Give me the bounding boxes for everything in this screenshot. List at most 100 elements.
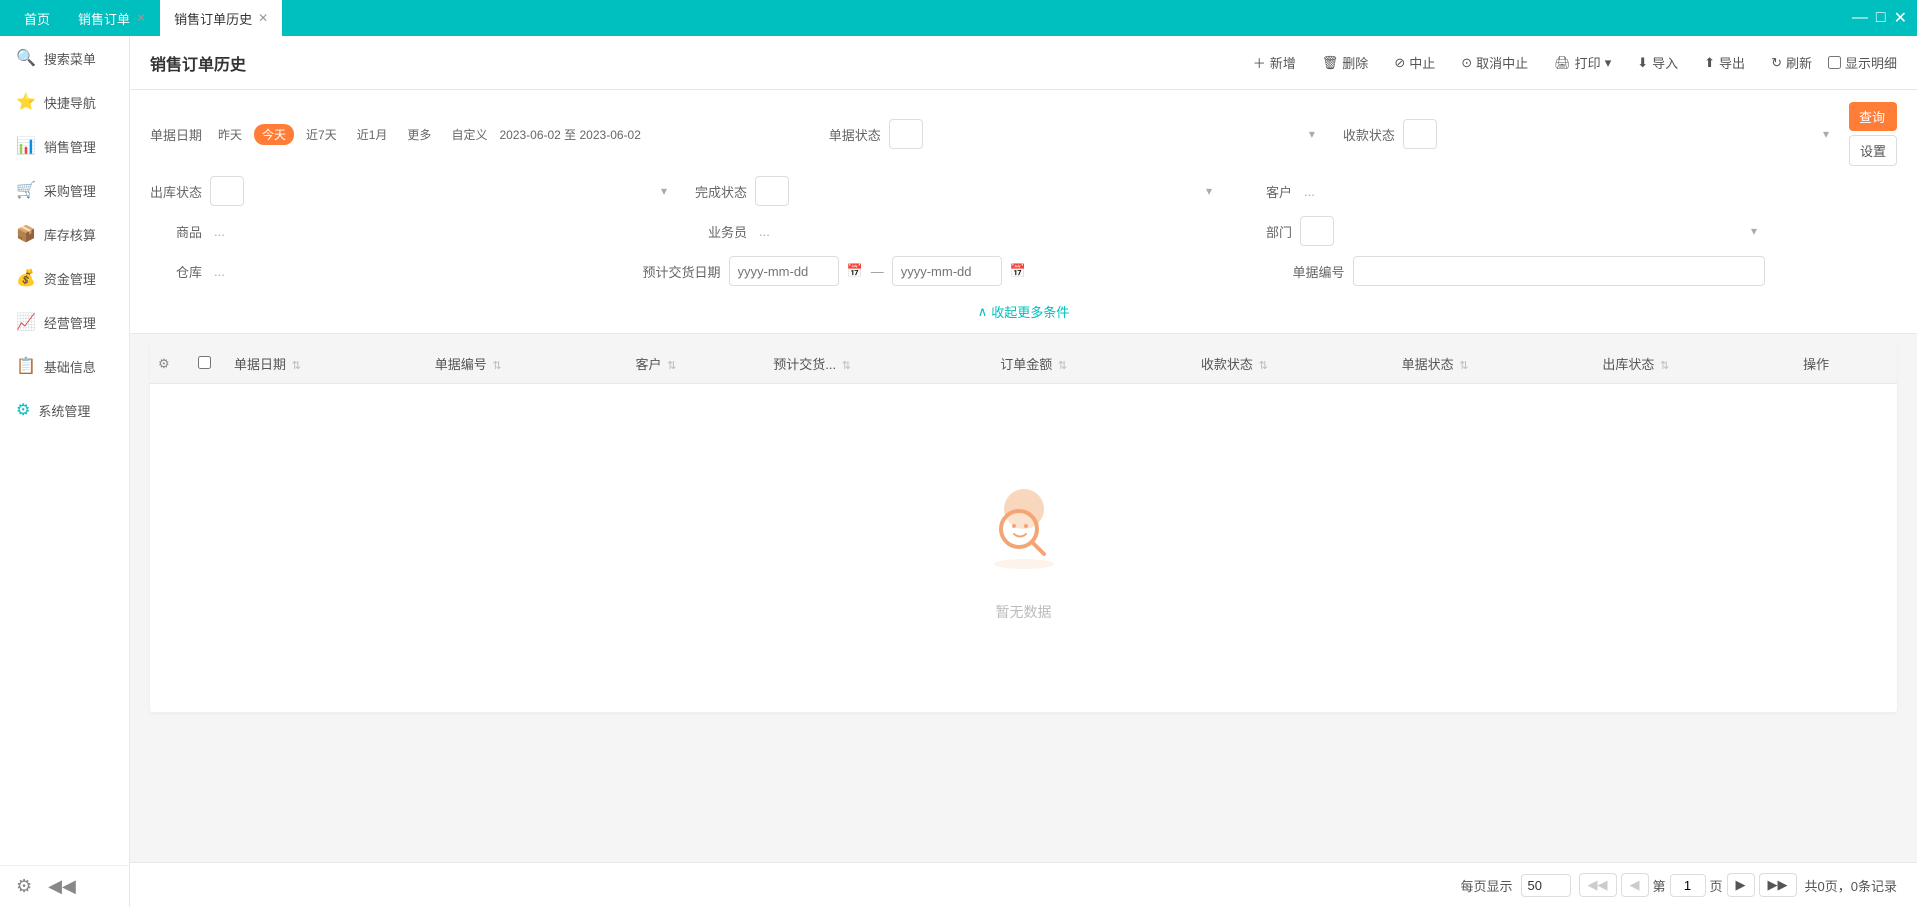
sort-payment-status-icon[interactable]: ⇅ [1259,360,1268,372]
th-order-amount-label: 订单金额 [1000,357,1052,372]
th-operation: 操作 [1795,344,1897,384]
sidebar-item-basic-info[interactable]: 📋 基础信息 [0,344,129,388]
next-page-btn[interactable]: ▶ [1727,873,1755,897]
settings-button[interactable]: 设置 [1849,135,1897,166]
tab-sales-order[interactable]: 销售订单 ✕ [64,0,160,36]
total-text: 共0页，0条记录 [1805,876,1897,895]
date-btn-today[interactable]: 今天 [254,124,294,145]
table-body: 暂无数据 [150,384,1897,713]
date-btn-more[interactable]: 更多 [399,124,439,145]
prev-page-btn[interactable]: ◀ [1621,873,1649,897]
tab-sales-order-history-close[interactable]: ✕ [258,11,268,25]
top-bar: 首页 销售订单 ✕ 销售订单历史 ✕ — □ ✕ [0,0,1917,36]
sidebar-item-operations-mgmt[interactable]: 📈 经营管理 [0,300,129,344]
page-size-select[interactable]: 50 100 200 [1521,874,1571,897]
payment-status-label: 收款状态 [1343,125,1403,144]
expected-date-from[interactable] [729,256,839,286]
sidebar-item-system-label: 系统管理 [38,401,90,420]
first-page-btn[interactable]: ◀◀ [1579,873,1617,897]
stop-label: 中止 [1409,53,1435,72]
export-button[interactable]: ⬆ 导出 [1694,48,1755,77]
sidebar-item-purchase-mgmt[interactable]: 🛒 采购管理 [0,168,129,212]
date-btn-custom[interactable]: 自定义 [443,124,495,145]
cancel-stop-label: 取消中止 [1476,53,1528,72]
payment-status-select[interactable] [1403,119,1437,149]
select-all-checkbox[interactable] [198,356,211,369]
sort-expected-date-icon[interactable]: ⇅ [842,360,851,372]
customer-dots[interactable]: ... [1300,184,1319,199]
sidebar-collapse-icon[interactable]: ◀◀ [48,876,76,897]
sidebar-item-fund-label: 资金管理 [44,269,96,288]
export-label: 导出 [1719,53,1745,72]
minimize-btn[interactable]: — [1852,9,1868,27]
new-button[interactable]: ＋ 新增 [1243,48,1306,77]
refresh-button[interactable]: ↻ 刷新 [1761,48,1822,77]
bill-status-select[interactable] [889,119,923,149]
calendar-from-icon[interactable]: 📅 [847,263,863,279]
empty-state-cell: 暂无数据 [150,384,1897,713]
expected-date-to[interactable] [892,256,1002,286]
collapse-more-btn[interactable]: ∧ 收起更多条件 [150,296,1897,321]
sort-customer-icon[interactable]: ⇅ [667,360,676,372]
out-status-select[interactable] [210,176,244,206]
salesperson-dots[interactable]: ... [755,224,774,239]
tab-sales-order-close[interactable]: ✕ [136,11,146,25]
th-order-amount: 订单金额 ⇅ [992,344,1193,384]
maximize-btn[interactable]: □ [1876,9,1886,27]
sidebar-item-search-menu[interactable]: 🔍 搜索菜单 [0,36,129,80]
bill-no-label: 单据编号 [1293,262,1353,281]
sort-bill-no-icon[interactable]: ⇅ [492,360,501,372]
sidebar-item-inventory-calc[interactable]: 📦 库存核算 [0,212,129,256]
sidebar-item-fund-mgmt[interactable]: 💰 资金管理 [0,256,129,300]
sort-out-status-icon[interactable]: ⇅ [1660,360,1669,372]
import-button[interactable]: ⬇ 导入 [1627,48,1688,77]
data-table: ⚙ 单据日期 ⇅ 单据编号 ⇅ [150,344,1897,713]
stop-button[interactable]: ⊘ 中止 [1384,48,1445,77]
table-settings-icon[interactable]: ⚙ [158,356,170,371]
query-button[interactable]: 查询 [1849,102,1897,131]
new-label: 新增 [1270,53,1296,72]
complete-status-select[interactable] [755,176,789,206]
import-label: 导入 [1652,53,1678,72]
sidebar-item-sales-mgmt[interactable]: 📊 销售管理 [0,124,129,168]
sort-bill-date-icon[interactable]: ⇅ [292,360,301,372]
th-bill-date-label: 单据日期 [234,357,286,372]
filter-bill-date: 单据日期 昨天 今天 近7天 近1月 更多 自定义 2023-06-02 至 2… [150,124,809,145]
sidebar-settings-icon[interactable]: ⚙ [16,876,32,897]
warehouse-dots[interactable]: ... [210,264,229,279]
sort-order-amount-icon[interactable]: ⇅ [1058,360,1067,372]
calendar-to-icon[interactable]: 📅 [1010,263,1026,279]
tab-list: 首页 销售订单 ✕ 销售订单历史 ✕ [10,0,1852,36]
tab-sales-order-history[interactable]: 销售订单历史 ✕ [160,0,282,36]
goods-dots[interactable]: ... [210,224,229,239]
expected-date-range: 📅 — 📅 [729,256,1273,286]
refresh-icon: ↻ [1771,55,1782,71]
purchase-mgmt-icon: 🛒 [16,180,36,200]
page-size-wrap: 50 100 200 [1521,874,1571,897]
print-button[interactable]: 🖨 打印 ▾ [1544,48,1621,77]
sidebar-item-quick-nav-label: 快捷导航 [44,93,96,112]
filter-bill-status: 单据状态 [809,119,1323,149]
department-select[interactable] [1300,216,1334,246]
bill-no-input[interactable] [1353,256,1765,286]
bill-date-label: 单据日期 [150,125,210,144]
page-input[interactable] [1670,874,1706,897]
filter-expected-date: 预计交货日期 📅 — 📅 [623,256,1273,286]
date-btn-7days[interactable]: 近7天 [298,124,345,145]
delete-button[interactable]: 🗑 删除 [1312,48,1379,77]
cancel-stop-button[interactable]: ⊙ 取消中止 [1451,48,1538,77]
sort-bill-status-icon[interactable]: ⇅ [1459,360,1468,372]
sidebar-item-sales-label: 销售管理 [44,137,96,156]
page-label: 页 [1710,876,1723,895]
sidebar-item-quick-nav[interactable]: ⭐ 快捷导航 [0,80,129,124]
date-quick-btns: 昨天 今天 近7天 近1月 更多 自定义 [210,124,495,145]
tab-home[interactable]: 首页 [10,0,64,36]
close-btn[interactable]: ✕ [1894,8,1907,28]
date-btn-yesterday[interactable]: 昨天 [210,124,250,145]
empty-state-row: 暂无数据 [150,384,1897,713]
last-page-btn[interactable]: ▶▶ [1759,873,1797,897]
tab-sales-order-history-label: 销售订单历史 [174,9,252,28]
date-btn-1month[interactable]: 近1月 [349,124,396,145]
show-detail-checkbox[interactable] [1828,56,1841,69]
sidebar-item-system-mgmt[interactable]: ⚙ 系统管理 [0,388,129,432]
